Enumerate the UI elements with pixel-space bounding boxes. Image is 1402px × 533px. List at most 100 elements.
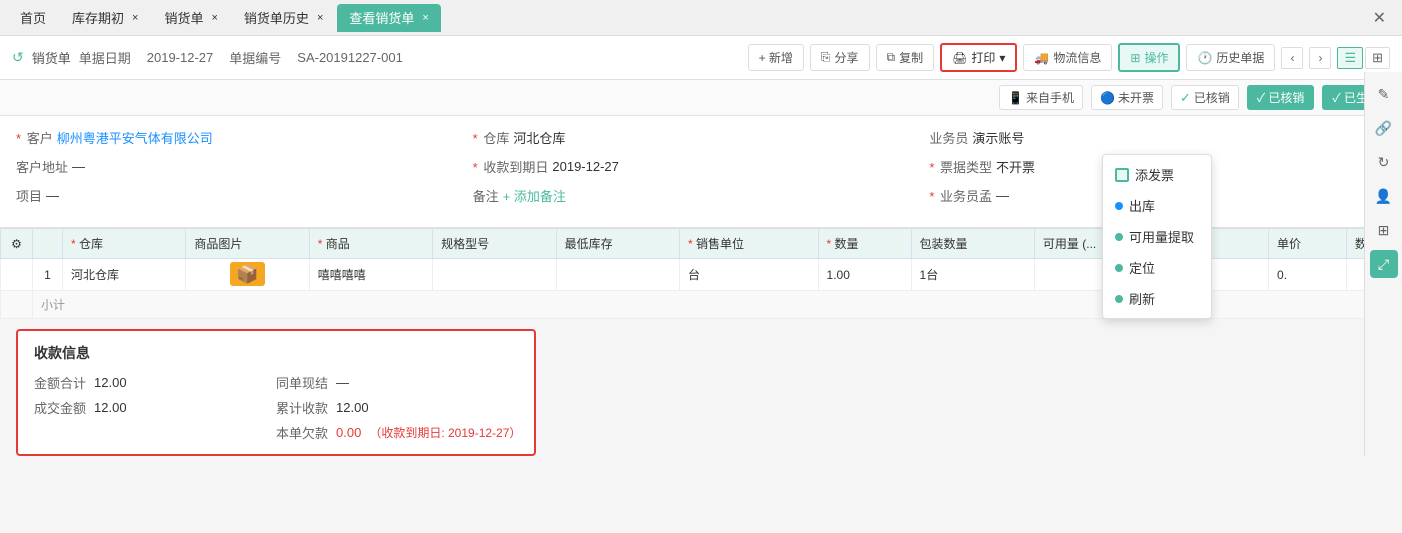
refresh-label: 刷新 bbox=[1129, 289, 1155, 308]
effective-check-icon: ✓ bbox=[1332, 91, 1340, 105]
due-amount-value: 0.00 bbox=[336, 425, 361, 440]
add-remark-button[interactable]: + 添加备注 bbox=[503, 186, 566, 205]
window-close-button[interactable]: ✕ bbox=[1365, 4, 1394, 32]
subtotal-settings bbox=[1, 291, 33, 319]
col-price: 单价 bbox=[1269, 229, 1347, 259]
tab-sales-history[interactable]: 销货单历史 × bbox=[232, 4, 335, 32]
row-warehouse: 河北仓库 bbox=[63, 259, 186, 291]
no-value: SA-20191227-001 bbox=[297, 50, 403, 65]
doc-title: ↺ 销货单 bbox=[12, 48, 71, 67]
date-value: 2019-12-27 bbox=[147, 50, 214, 65]
sidebar-link-icon[interactable]: 🔗 bbox=[1370, 114, 1398, 142]
address-value: — bbox=[72, 159, 85, 174]
amount-total-value: 12.00 bbox=[94, 375, 127, 390]
secondary-toolbar: 📱 来自手机 🔵 未开票 ✓ 已核销 ✓ 已核销 ✓ 已生效 bbox=[0, 80, 1402, 116]
sidebar-user-icon[interactable]: 👤 bbox=[1370, 182, 1398, 210]
warehouse-field: * 仓库 河北仓库 bbox=[473, 128, 930, 147]
history-button[interactable]: 🕐 历史单据 bbox=[1186, 44, 1275, 71]
prev-arrow-button[interactable]: ‹ bbox=[1281, 47, 1303, 69]
overdue-note: （收款到期日: 2019-12-27） bbox=[369, 424, 518, 441]
col-min-stock: 最低库存 bbox=[556, 229, 679, 259]
ship-dot-icon bbox=[1115, 202, 1123, 210]
deal-amount-value: 12.00 bbox=[94, 400, 127, 415]
row-spec bbox=[433, 259, 556, 291]
share-button[interactable]: ⎘ 分享 bbox=[810, 44, 870, 71]
col-settings: ⚙ bbox=[1, 229, 33, 259]
available-qty-item[interactable]: 可用量提取 bbox=[1103, 221, 1211, 252]
ticket-value: 不开票 bbox=[996, 157, 1035, 176]
copy-button[interactable]: ⧉ 复制 bbox=[876, 44, 935, 71]
customer-field: * 客户 柳州粤港平安气体有限公司 bbox=[16, 128, 473, 147]
due-amount-item: 本单欠款 0.00 （收款到期日: 2019-12-27） bbox=[276, 423, 518, 442]
sidebar-table-icon[interactable]: ⊞ bbox=[1370, 216, 1398, 244]
add-button[interactable]: + 新增 bbox=[748, 44, 804, 71]
tab-bar: 首页 库存期初 × 销货单 × 销货单历史 × 查看销货单 × ✕ bbox=[0, 0, 1402, 36]
list-view-button[interactable]: ☰ bbox=[1337, 47, 1363, 69]
logistics-icon: 🚚 bbox=[1034, 51, 1049, 65]
doc-type-label: 销货单 bbox=[32, 48, 71, 67]
col-unit: * 销售单位 bbox=[679, 229, 818, 259]
row-price: 0. bbox=[1269, 259, 1347, 291]
row-no: 1 bbox=[33, 259, 63, 291]
view-toggle: ☰ ⊞ bbox=[1337, 47, 1390, 69]
remark-field: 备注 + 添加备注 bbox=[473, 186, 930, 205]
same-order-value: — bbox=[336, 375, 349, 390]
tab-view-sales[interactable]: 查看销货单 × bbox=[337, 4, 440, 32]
grid-view-button[interactable]: ⊞ bbox=[1365, 47, 1390, 69]
doc-type-icon: ↺ bbox=[12, 49, 24, 66]
tab-view-sales-label: 查看销货单 bbox=[349, 8, 414, 27]
add-invoice-item[interactable]: 添发票 bbox=[1103, 159, 1211, 190]
check-button[interactable]: ✓ 已核销 bbox=[1171, 85, 1239, 110]
toolbar: ↺ 销货单 单据日期 2019-12-27 单据编号 SA-20191227-0… bbox=[0, 36, 1402, 80]
row-unit: 台 bbox=[679, 259, 818, 291]
col-warehouse: * 仓库 bbox=[63, 229, 186, 259]
col-image: 商品图片 bbox=[186, 229, 309, 259]
close-view-icon[interactable]: × bbox=[422, 12, 428, 24]
not-open-button[interactable]: 🔵 未开票 bbox=[1091, 85, 1163, 110]
deal-amount-item: 成交金额 12.00 bbox=[34, 398, 276, 417]
locate-item[interactable]: 定位 bbox=[1103, 252, 1211, 283]
payment-title: 收款信息 bbox=[34, 343, 518, 363]
row-image: 📦 bbox=[186, 259, 309, 291]
right-sidebar: ✎ 🔗 ↻ 👤 ⊞ ⤢ bbox=[1364, 72, 1402, 456]
sidebar-expand-icon[interactable]: ⤢ bbox=[1370, 250, 1398, 278]
add-invoice-label: 添发票 bbox=[1135, 165, 1174, 184]
salesperson-value: 演示账号 bbox=[972, 128, 1024, 147]
tab-sales[interactable]: 销货单 × bbox=[152, 4, 229, 32]
sidebar-rotate-icon[interactable]: ↻ bbox=[1370, 148, 1398, 176]
locate-dot-icon bbox=[1115, 264, 1123, 272]
tab-sales-history-label: 销货单历史 bbox=[244, 8, 309, 27]
print-arrow-icon: ▾ bbox=[999, 51, 1005, 65]
customer-value[interactable]: 柳州粤港平安气体有限公司 bbox=[57, 128, 213, 147]
toolbar-actions: + 新增 ⎘ 分享 ⧉ 复制 🖨 打印 ▾ 🚚 物流信息 ⊞ 操作 bbox=[748, 43, 1390, 72]
col-pkg-qty: 包装数量 bbox=[911, 229, 1034, 259]
close-inventory-icon[interactable]: × bbox=[132, 12, 138, 24]
close-sales-icon[interactable]: × bbox=[211, 12, 217, 24]
print-icon: 🖨 bbox=[952, 51, 967, 65]
project-field: 项目 — bbox=[16, 186, 473, 205]
available-dot-icon bbox=[1115, 233, 1123, 241]
date-label: 单据日期 bbox=[79, 48, 131, 67]
tab-home[interactable]: 首页 bbox=[8, 4, 58, 32]
logistics-button[interactable]: 🚚 物流信息 bbox=[1023, 44, 1112, 71]
cumulative-value: 12.00 bbox=[336, 400, 369, 415]
print-button[interactable]: 🖨 打印 ▾ bbox=[940, 43, 1017, 72]
operations-button[interactable]: ⊞ 操作 bbox=[1118, 43, 1180, 72]
ops-icon: ⊞ bbox=[1130, 51, 1140, 65]
tab-sales-label: 销货单 bbox=[164, 8, 203, 27]
due-date-value: 2019-12-27 bbox=[552, 159, 619, 174]
next-arrow-button[interactable]: › bbox=[1309, 47, 1331, 69]
sold-button[interactable]: ✓ 已核销 bbox=[1247, 85, 1315, 110]
sidebar-edit-icon[interactable]: ✎ bbox=[1370, 80, 1398, 108]
payment-grid: 金额合计 12.00 同单现结 — 成交金额 12.00 累计收款 12.00 … bbox=[34, 373, 518, 442]
tab-inventory[interactable]: 库存期初 × bbox=[60, 4, 150, 32]
checkbox-icon bbox=[1115, 168, 1129, 182]
tab-home-label: 首页 bbox=[20, 8, 46, 27]
col-no bbox=[33, 229, 63, 259]
ship-item[interactable]: 出库 bbox=[1103, 190, 1211, 221]
from-phone-button[interactable]: 📱 来自手机 bbox=[999, 85, 1083, 110]
refresh-item[interactable]: 刷新 bbox=[1103, 283, 1211, 314]
salesperson2-value: — bbox=[996, 188, 1009, 203]
close-history-icon[interactable]: × bbox=[317, 12, 323, 24]
phone-icon: 📱 bbox=[1008, 91, 1023, 105]
